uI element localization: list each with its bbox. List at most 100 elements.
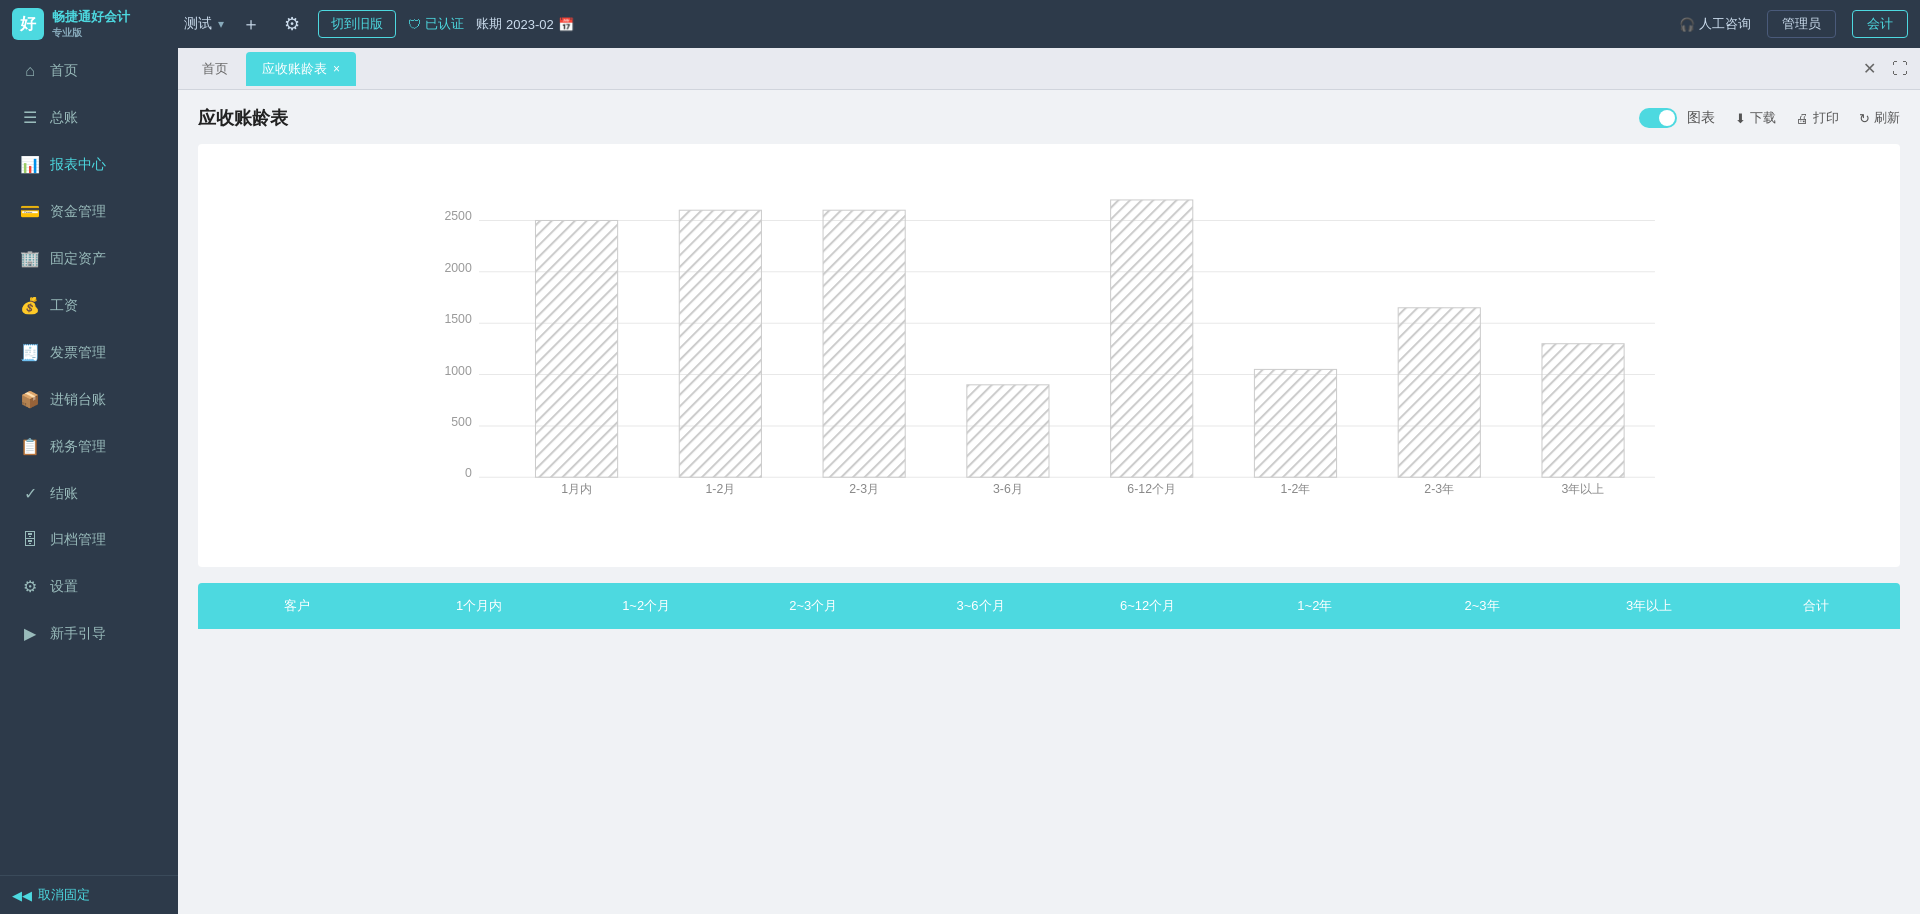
cancel-fixed-button[interactable]: ◀◀ 取消固定 — [0, 875, 178, 914]
title-actions: 图表 ⬇ 下载 🖨 打印 ↻ 刷新 — [1639, 108, 1900, 128]
sidebar-item-capital[interactable]: 💳 资金管理 — [0, 188, 178, 235]
chart-toggle-label: 图表 — [1687, 109, 1715, 127]
cancel-fixed-label: 取消固定 — [38, 886, 90, 904]
certified-badge: 🛡 已认证 — [408, 15, 464, 33]
content-area: 首页 应收账龄表 × ✕ ⛶ 应收账龄表 — [178, 48, 1920, 914]
svg-text:2-3月: 2-3月 — [849, 482, 879, 496]
old-version-button[interactable]: 切到旧版 — [318, 10, 396, 38]
reports-icon: 📊 — [20, 155, 40, 174]
th-customer: 客户 — [198, 583, 395, 629]
period-label: 账期 — [476, 15, 502, 33]
bar-1 — [535, 220, 617, 477]
logo-main: 畅捷通好会计 — [52, 8, 130, 26]
page-title: 应收账龄表 — [198, 106, 288, 130]
logo-icon: 好 — [12, 8, 44, 40]
bar-7 — [1398, 308, 1480, 477]
refresh-label: 刷新 — [1874, 109, 1900, 127]
top-header: 好 畅捷通好会计 专业版 测试 ▾ ＋ ⚙ 切到旧版 🛡 已认证 账期 2023… — [0, 0, 1920, 48]
consult-button[interactable]: 🎧 人工咨询 — [1679, 15, 1751, 33]
page-title-bar: 应收账龄表 图表 ⬇ 下载 🖨 打印 — [198, 106, 1900, 130]
add-button[interactable]: ＋ — [236, 8, 266, 40]
bar-8 — [1542, 344, 1624, 478]
sidebar-label-ledger: 总账 — [50, 109, 78, 127]
svg-text:1500: 1500 — [444, 312, 472, 326]
sidebar-label-archive: 归档管理 — [50, 531, 106, 549]
sidebar-item-tax[interactable]: 📋 税务管理 — [0, 423, 178, 470]
download-label: 下载 — [1750, 109, 1776, 127]
th-2-3year: 2~3年 — [1398, 583, 1565, 629]
download-button[interactable]: ⬇ 下载 — [1735, 109, 1776, 127]
svg-text:1月内: 1月内 — [561, 482, 592, 496]
tab-right-buttons: ✕ ⛶ — [1859, 55, 1912, 82]
svg-text:1-2年: 1-2年 — [1281, 482, 1311, 496]
print-label: 打印 — [1813, 109, 1839, 127]
pin-icon: ◀◀ — [12, 888, 32, 903]
sidebar-label-home: 首页 — [50, 62, 78, 80]
th-3-6month: 3~6个月 — [897, 583, 1064, 629]
sidebar-item-home[interactable]: ⌂ 首页 — [0, 48, 178, 94]
data-table-header: 客户 1个月内 1~2个月 2~3个月 3~6个月 6~12个月 1~2年 2~… — [198, 583, 1900, 629]
refresh-button[interactable]: ↻ 刷新 — [1859, 109, 1900, 127]
sidebar-label-tax: 税务管理 — [50, 438, 106, 456]
sidebar-item-assets[interactable]: 🏢 固定资产 — [0, 235, 178, 282]
accounting-button[interactable]: 会计 — [1852, 10, 1908, 38]
svg-text:0: 0 — [465, 466, 472, 480]
tab-home-label: 首页 — [202, 60, 228, 78]
closing-icon: ✓ — [20, 484, 40, 503]
expand-button[interactable]: ⛶ — [1888, 56, 1912, 82]
salary-icon: 💰 — [20, 296, 40, 315]
home-icon: ⌂ — [20, 62, 40, 80]
guide-icon: ▶ — [20, 624, 40, 643]
svg-text:1000: 1000 — [444, 364, 472, 378]
tab-ar-aging[interactable]: 应收账龄表 × — [246, 52, 356, 86]
archive-icon: 🗄 — [20, 531, 40, 549]
calendar-icon[interactable]: 📅 — [558, 17, 574, 32]
sidebar-item-salary[interactable]: 💰 工资 — [0, 282, 178, 329]
chart-svg-wrapper: 0 500 1000 1500 2000 2500 — [218, 164, 1880, 547]
svg-text:2-3年: 2-3年 — [1424, 482, 1454, 496]
sidebar-item-inventory[interactable]: 📦 进销台账 — [0, 376, 178, 423]
th-1-2month: 1~2个月 — [563, 583, 730, 629]
sidebar-label-settings: 设置 — [50, 578, 78, 596]
assets-icon: 🏢 — [20, 249, 40, 268]
capital-icon: 💳 — [20, 202, 40, 221]
sidebar-item-ledger[interactable]: ☰ 总账 — [0, 94, 178, 141]
close-window-button[interactable]: ✕ — [1859, 55, 1880, 82]
tab-close-icon[interactable]: × — [333, 63, 340, 75]
admin-button[interactable]: 管理员 — [1767, 10, 1836, 38]
logo-sub: 专业版 — [52, 26, 130, 40]
svg-text:1-2月: 1-2月 — [705, 482, 735, 496]
svg-text:2500: 2500 — [444, 209, 472, 223]
chart-toggle[interactable]: 图表 — [1639, 108, 1715, 128]
sidebar-item-guide[interactable]: ▶ 新手引导 — [0, 610, 178, 657]
tab-bar: 首页 应收账龄表 × ✕ ⛶ — [178, 48, 1920, 90]
svg-text:3年以上: 3年以上 — [1562, 482, 1605, 496]
chevron-down-icon: ▾ — [218, 17, 224, 31]
sidebar-item-closing[interactable]: ✓ 结账 — [0, 470, 178, 517]
th-3year-plus: 3年以上 — [1566, 583, 1733, 629]
tab-home[interactable]: 首页 — [186, 52, 244, 86]
main-layout: ⌂ 首页 ☰ 总账 📊 报表中心 💳 资金管理 🏢 固定资产 💰 工资 🧾 发票… — [0, 48, 1920, 914]
switch-knob — [1659, 110, 1675, 126]
settings-icon[interactable]: ⚙ — [278, 9, 306, 39]
sidebar-label-inventory: 进销台账 — [50, 391, 106, 409]
settings-sidebar-icon: ⚙ — [20, 577, 40, 596]
project-selector[interactable]: 测试 ▾ — [184, 15, 224, 33]
sidebar-label-salary: 工资 — [50, 297, 78, 315]
sidebar-item-settings[interactable]: ⚙ 设置 — [0, 563, 178, 610]
switch-track[interactable] — [1639, 108, 1677, 128]
bar-3 — [823, 210, 905, 477]
print-button[interactable]: 🖨 打印 — [1796, 109, 1839, 127]
logo-area: 好 畅捷通好会计 专业版 — [12, 8, 172, 40]
bar-2 — [679, 210, 761, 477]
bar-5 — [1111, 200, 1193, 477]
sidebar-item-reports[interactable]: 📊 报表中心 — [0, 141, 178, 188]
sidebar-item-archive[interactable]: 🗄 归档管理 — [0, 517, 178, 563]
bar-chart: 0 500 1000 1500 2000 2500 — [218, 164, 1880, 544]
project-name: 测试 — [184, 15, 212, 33]
sidebar-item-invoice[interactable]: 🧾 发票管理 — [0, 329, 178, 376]
ledger-icon: ☰ — [20, 108, 40, 127]
inventory-icon: 📦 — [20, 390, 40, 409]
headset-icon: 🎧 — [1679, 17, 1695, 32]
th-total: 合计 — [1733, 583, 1900, 629]
